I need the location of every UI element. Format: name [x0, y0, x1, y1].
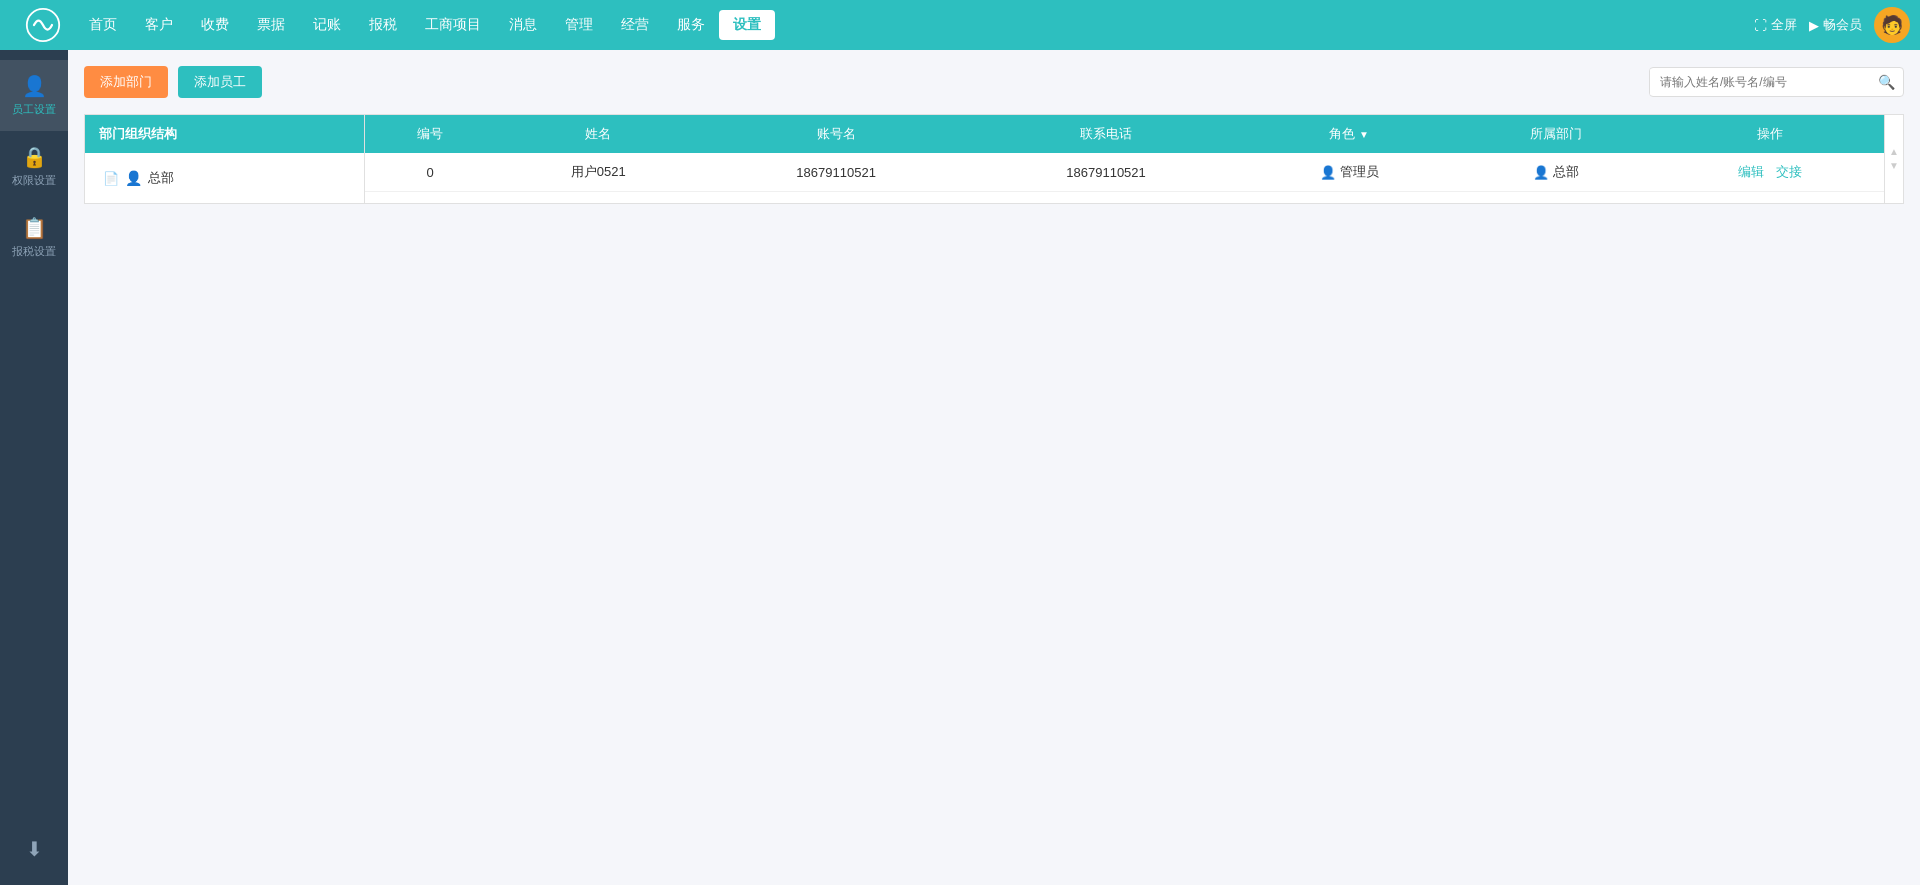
tree-body: 📄 👤 总部 [85, 153, 364, 203]
user-avatar[interactable]: 🧑 [1874, 7, 1910, 43]
tree-item-label: 总部 [148, 169, 174, 187]
logo-icon [25, 7, 61, 43]
cell-phone: 18679110521 [971, 153, 1241, 192]
nav-item-tax[interactable]: 报税 [355, 10, 411, 40]
nav-items: 首页 客户 收费 票据 记账 报税 工商项目 消息 管理 经营 服务 设置 [75, 10, 1754, 40]
cell-name: 用户0521 [495, 153, 701, 192]
filter-icon: ▼ [1359, 129, 1369, 140]
transfer-link[interactable]: 交接 [1776, 164, 1802, 179]
sidebar-item-permission[interactable]: 🔒 权限设置 [0, 131, 68, 202]
lock-icon: 🔒 [22, 145, 47, 169]
logo-area [10, 7, 75, 43]
sidebar-permission-label: 权限设置 [12, 173, 56, 188]
sidebar-tax-label: 报税设置 [12, 244, 56, 259]
role-value: 管理员 [1340, 163, 1379, 181]
dept-person-icon: 👤 [1533, 165, 1549, 180]
scroll-arrows: ▲ ▼ [1884, 115, 1903, 203]
fullscreen-label: 全屏 [1771, 16, 1797, 34]
tree-header: 部门组织结构 [85, 115, 364, 153]
col-header-phone: 联系电话 [971, 115, 1241, 153]
role-person-icon: 👤 [1320, 165, 1336, 180]
fullscreen-icon: ⛶ [1754, 18, 1767, 33]
content-area: 添加部门 添加员工 🔍 部门组织结构 📄 👤 总部 [68, 50, 1920, 885]
tax-icon: 📋 [22, 216, 47, 240]
search-button[interactable]: 🔍 [1870, 68, 1903, 96]
vip-icon: ▶ [1809, 18, 1819, 33]
nav-item-home[interactable]: 首页 [75, 10, 131, 40]
employee-table: 编号 姓名 账号名 联系电话 角色 ▼ 所属部门 操作 [365, 115, 1884, 192]
col-header-action: 操作 [1656, 115, 1885, 153]
vip-btn[interactable]: ▶ 畅会员 [1809, 16, 1862, 34]
main-layout: 👤 员工设置 🔒 权限设置 📋 报税设置 ⬇ 添加部门 添加员工 🔍 [0, 50, 1920, 885]
search-box: 🔍 [1649, 67, 1904, 97]
table-row: 0 用户0521 18679110521 18679110521 👤 管理员 [365, 153, 1884, 192]
vip-label: 畅会员 [1823, 16, 1862, 34]
col-header-id: 编号 [365, 115, 495, 153]
nav-item-message[interactable]: 消息 [495, 10, 551, 40]
nav-item-bill[interactable]: 票据 [243, 10, 299, 40]
add-dept-button[interactable]: 添加部门 [84, 66, 168, 98]
dept-value: 总部 [1553, 163, 1579, 181]
nav-item-settings[interactable]: 设置 [719, 10, 775, 40]
nav-item-business[interactable]: 工商项目 [411, 10, 495, 40]
fullscreen-btn[interactable]: ⛶ 全屏 [1754, 16, 1797, 34]
sidebar-item-download[interactable]: ⬇ [0, 823, 68, 875]
scroll-down-arrow[interactable]: ▼ [1889, 159, 1899, 173]
nav-item-service[interactable]: 服务 [663, 10, 719, 40]
data-table: 编号 姓名 账号名 联系电话 角色 ▼ 所属部门 操作 [365, 115, 1884, 203]
cell-role: 👤 管理员 [1241, 153, 1457, 192]
sidebar: 👤 员工设置 🔒 权限设置 📋 报税设置 ⬇ [0, 50, 68, 885]
nav-right: ⛶ 全屏 ▶ 畅会员 🧑 [1754, 7, 1910, 43]
sidebar-staff-label: 员工设置 [12, 102, 56, 117]
nav-item-accounting[interactable]: 记账 [299, 10, 355, 40]
nav-item-customer[interactable]: 客户 [131, 10, 187, 40]
cell-account: 18679110521 [701, 153, 971, 192]
table-wrapper: 部门组织结构 📄 👤 总部 编号 姓名 账号名 [84, 114, 1904, 204]
role-label: 角色 [1329, 126, 1355, 141]
search-input[interactable] [1650, 69, 1870, 95]
cell-dept: 👤 总部 [1457, 153, 1655, 192]
sidebar-item-staff[interactable]: 👤 员工设置 [0, 60, 68, 131]
add-staff-button[interactable]: 添加员工 [178, 66, 262, 98]
edit-link[interactable]: 编辑 [1738, 164, 1764, 179]
table-header-row: 编号 姓名 账号名 联系电话 角色 ▼ 所属部门 操作 [365, 115, 1884, 153]
person-icon: 👤 [125, 170, 142, 186]
cell-id: 0 [365, 153, 495, 192]
nav-item-fee[interactable]: 收费 [187, 10, 243, 40]
sidebar-item-taxsettings[interactable]: 📋 报税设置 [0, 202, 68, 273]
cell-actions: 编辑 交接 [1656, 153, 1885, 192]
col-header-account: 账号名 [701, 115, 971, 153]
toolbar: 添加部门 添加员工 🔍 [84, 66, 1904, 98]
nav-item-manage[interactable]: 管理 [551, 10, 607, 40]
scroll-up-arrow[interactable]: ▲ [1889, 145, 1899, 159]
col-header-dept: 所属部门 [1457, 115, 1655, 153]
tree-panel: 部门组织结构 📄 👤 总部 [85, 115, 365, 203]
top-navigation: 首页 客户 收费 票据 记账 报税 工商项目 消息 管理 经营 服务 设置 ⛶ … [0, 0, 1920, 50]
col-header-role[interactable]: 角色 ▼ [1241, 115, 1457, 153]
download-icon: ⬇ [26, 837, 43, 861]
tree-item-root[interactable]: 📄 👤 总部 [95, 163, 354, 193]
staff-icon: 👤 [22, 74, 47, 98]
col-header-name: 姓名 [495, 115, 701, 153]
file-icon: 📄 [103, 171, 119, 186]
nav-item-operation[interactable]: 经营 [607, 10, 663, 40]
